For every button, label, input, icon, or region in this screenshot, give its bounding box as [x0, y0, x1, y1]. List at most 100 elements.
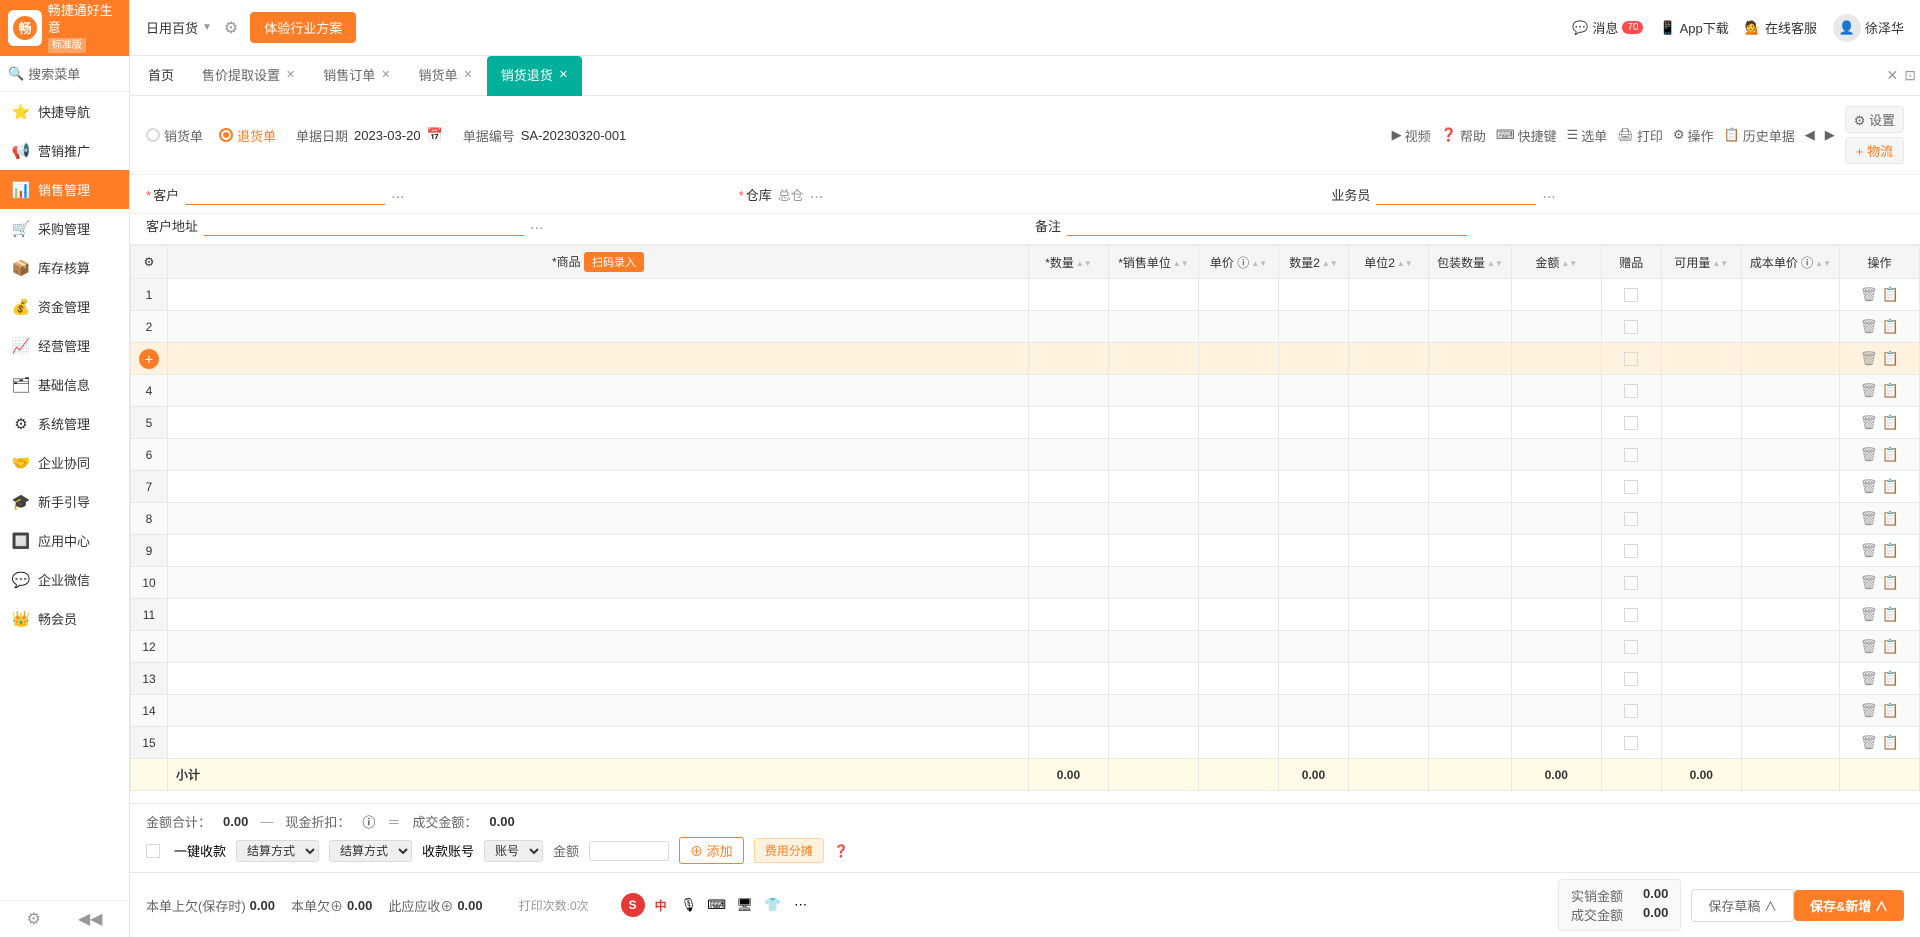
history-btn[interactable]: 📋 历史单据 — [1724, 126, 1795, 145]
qty-cell-7[interactable] — [1028, 471, 1108, 503]
gift-checkbox-2[interactable] — [1624, 320, 1638, 334]
calendar-icon[interactable]: 📅 — [427, 127, 443, 143]
product-input-9[interactable] — [176, 543, 1020, 558]
app-download-button[interactable]: 📱 App下载 — [1659, 18, 1728, 37]
unit-cell-3[interactable] — [1108, 343, 1198, 375]
product-cell-1[interactable] — [168, 279, 1029, 311]
copy-row-icon-8[interactable]: 📋 — [1882, 510, 1899, 527]
qty2-cell-12[interactable] — [1278, 631, 1348, 663]
amount-cell-13[interactable] — [1511, 663, 1601, 695]
copy-row-icon-9[interactable]: 📋 — [1882, 542, 1899, 559]
product-cell-11[interactable] — [168, 599, 1029, 631]
sort-qty-icon[interactable]: ▲▼ — [1076, 259, 1092, 268]
gift-checkbox-1[interactable] — [1624, 288, 1638, 302]
amount-cell-11[interactable] — [1511, 599, 1601, 631]
gift-checkbox-10[interactable] — [1624, 576, 1638, 590]
staff-input[interactable] — [1376, 183, 1536, 205]
prev-record-btn[interactable]: ◀ — [1805, 127, 1815, 143]
qty-cell-5[interactable] — [1028, 407, 1108, 439]
radio-return-doc[interactable]: 退货单 — [219, 126, 276, 145]
product-input-6[interactable] — [176, 447, 1020, 462]
copy-row-icon-3[interactable]: 📋 — [1882, 350, 1899, 367]
gift-checkbox-11[interactable] — [1624, 608, 1638, 622]
pkg-cell-6[interactable] — [1428, 439, 1511, 471]
remark-input[interactable] — [1067, 214, 1467, 236]
delete-row-icon-10[interactable]: 🗑 — [1860, 574, 1878, 591]
gift-checkbox-4[interactable] — [1624, 384, 1638, 398]
product-cell-4[interactable] — [168, 375, 1029, 407]
video-btn[interactable]: ▶ 视频 — [1392, 126, 1431, 145]
unit2-cell-8[interactable] — [1348, 503, 1428, 535]
cost-cell-8[interactable] — [1741, 503, 1839, 535]
product-cell-8[interactable] — [168, 503, 1029, 535]
sidebar-item-enterprise[interactable]: 🤝 企业协同 — [0, 443, 129, 482]
unit-cell-1[interactable] — [1108, 279, 1198, 311]
cost-cell-6[interactable] — [1741, 439, 1839, 471]
sidebar-item-apps[interactable]: 🔲 应用中心 — [0, 521, 129, 560]
qty-cell-8[interactable] — [1028, 503, 1108, 535]
product-input-4[interactable] — [176, 383, 1020, 398]
qty2-cell-5[interactable] — [1278, 407, 1348, 439]
avail-cell-12[interactable] — [1661, 631, 1741, 663]
price-cell-5[interactable] — [1198, 407, 1278, 439]
unit2-cell-7[interactable] — [1348, 471, 1428, 503]
pkg-cell-9[interactable] — [1428, 535, 1511, 567]
qty-cell-9[interactable] — [1028, 535, 1108, 567]
sidebar-item-wechat[interactable]: 💬 企业微信 — [0, 560, 129, 599]
help-btn[interactable]: ❓ 帮助 — [1441, 126, 1486, 145]
unit2-cell-14[interactable] — [1348, 695, 1428, 727]
avail-cell-11[interactable] — [1661, 599, 1741, 631]
cost-cell-9[interactable] — [1741, 535, 1839, 567]
delete-row-icon-5[interactable]: 🗑 — [1860, 414, 1878, 431]
gift-cell-14[interactable] — [1601, 695, 1661, 727]
pkg-cell-13[interactable] — [1428, 663, 1511, 695]
price-cell-10[interactable] — [1198, 567, 1278, 599]
price-cell-1[interactable] — [1198, 279, 1278, 311]
unit2-cell-13[interactable] — [1348, 663, 1428, 695]
delete-row-icon-8[interactable]: 🗑 — [1860, 510, 1878, 527]
product-cell-3[interactable] — [168, 343, 1029, 375]
search-menu-item[interactable]: 🔍 搜索菜单 — [0, 56, 129, 92]
save-draft-button[interactable]: 保存草稿 ∧ — [1691, 889, 1794, 922]
sort-unit-icon[interactable]: ▲▼ — [1173, 259, 1189, 268]
sort-cost-icon[interactable]: ▲▼ — [1815, 259, 1831, 268]
qty2-cell-7[interactable] — [1278, 471, 1348, 503]
sidebar-item-system[interactable]: ⚙ 系统管理 — [0, 404, 129, 443]
delete-row-icon-4[interactable]: 🗑 — [1860, 382, 1878, 399]
product-input-5[interactable] — [176, 415, 1020, 430]
avail-cell-5[interactable] — [1661, 407, 1741, 439]
sort-unit2-icon[interactable]: ▲▼ — [1397, 259, 1413, 268]
amount-cell-10[interactable] — [1511, 567, 1601, 599]
qty2-cell-3[interactable] — [1278, 343, 1348, 375]
gift-checkbox-14[interactable] — [1624, 704, 1638, 718]
cost-cell-5[interactable] — [1741, 407, 1839, 439]
cost-cell-4[interactable] — [1741, 375, 1839, 407]
product-cell-2[interactable] — [168, 311, 1029, 343]
price-cell-12[interactable] — [1198, 631, 1278, 663]
settings-button[interactable]: ⚙ 设置 — [1845, 106, 1904, 133]
gift-checkbox-8[interactable] — [1624, 512, 1638, 526]
pkg-cell-4[interactable] — [1428, 375, 1511, 407]
pkg-cell-14[interactable] — [1428, 695, 1511, 727]
cost-cell-14[interactable] — [1741, 695, 1839, 727]
delete-row-icon-9[interactable]: 🗑 — [1860, 542, 1878, 559]
copy-row-icon-5[interactable]: 📋 — [1882, 414, 1899, 431]
copy-row-icon-12[interactable]: 📋 — [1882, 638, 1899, 655]
avail-cell-14[interactable] — [1661, 695, 1741, 727]
product-cell-12[interactable] — [168, 631, 1029, 663]
bottom-icon-s[interactable]: S — [621, 893, 645, 917]
avail-cell-15[interactable] — [1661, 727, 1741, 759]
tab-sales[interactable]: 销货单 ✕ — [404, 56, 486, 96]
amount-cell-3[interactable] — [1511, 343, 1601, 375]
pkg-cell-5[interactable] — [1428, 407, 1511, 439]
sort-qty2-icon[interactable]: ▲▼ — [1322, 259, 1338, 268]
product-cell-5[interactable] — [168, 407, 1029, 439]
pkg-cell-2[interactable] — [1428, 311, 1511, 343]
avail-cell-1[interactable] — [1661, 279, 1741, 311]
product-input-10[interactable] — [176, 575, 1020, 590]
address-select-icon[interactable]: ... — [530, 216, 543, 234]
gift-cell-9[interactable] — [1601, 535, 1661, 567]
qty2-cell-1[interactable] — [1278, 279, 1348, 311]
gift-cell-8[interactable] — [1601, 503, 1661, 535]
price-cell-3[interactable] — [1198, 343, 1278, 375]
